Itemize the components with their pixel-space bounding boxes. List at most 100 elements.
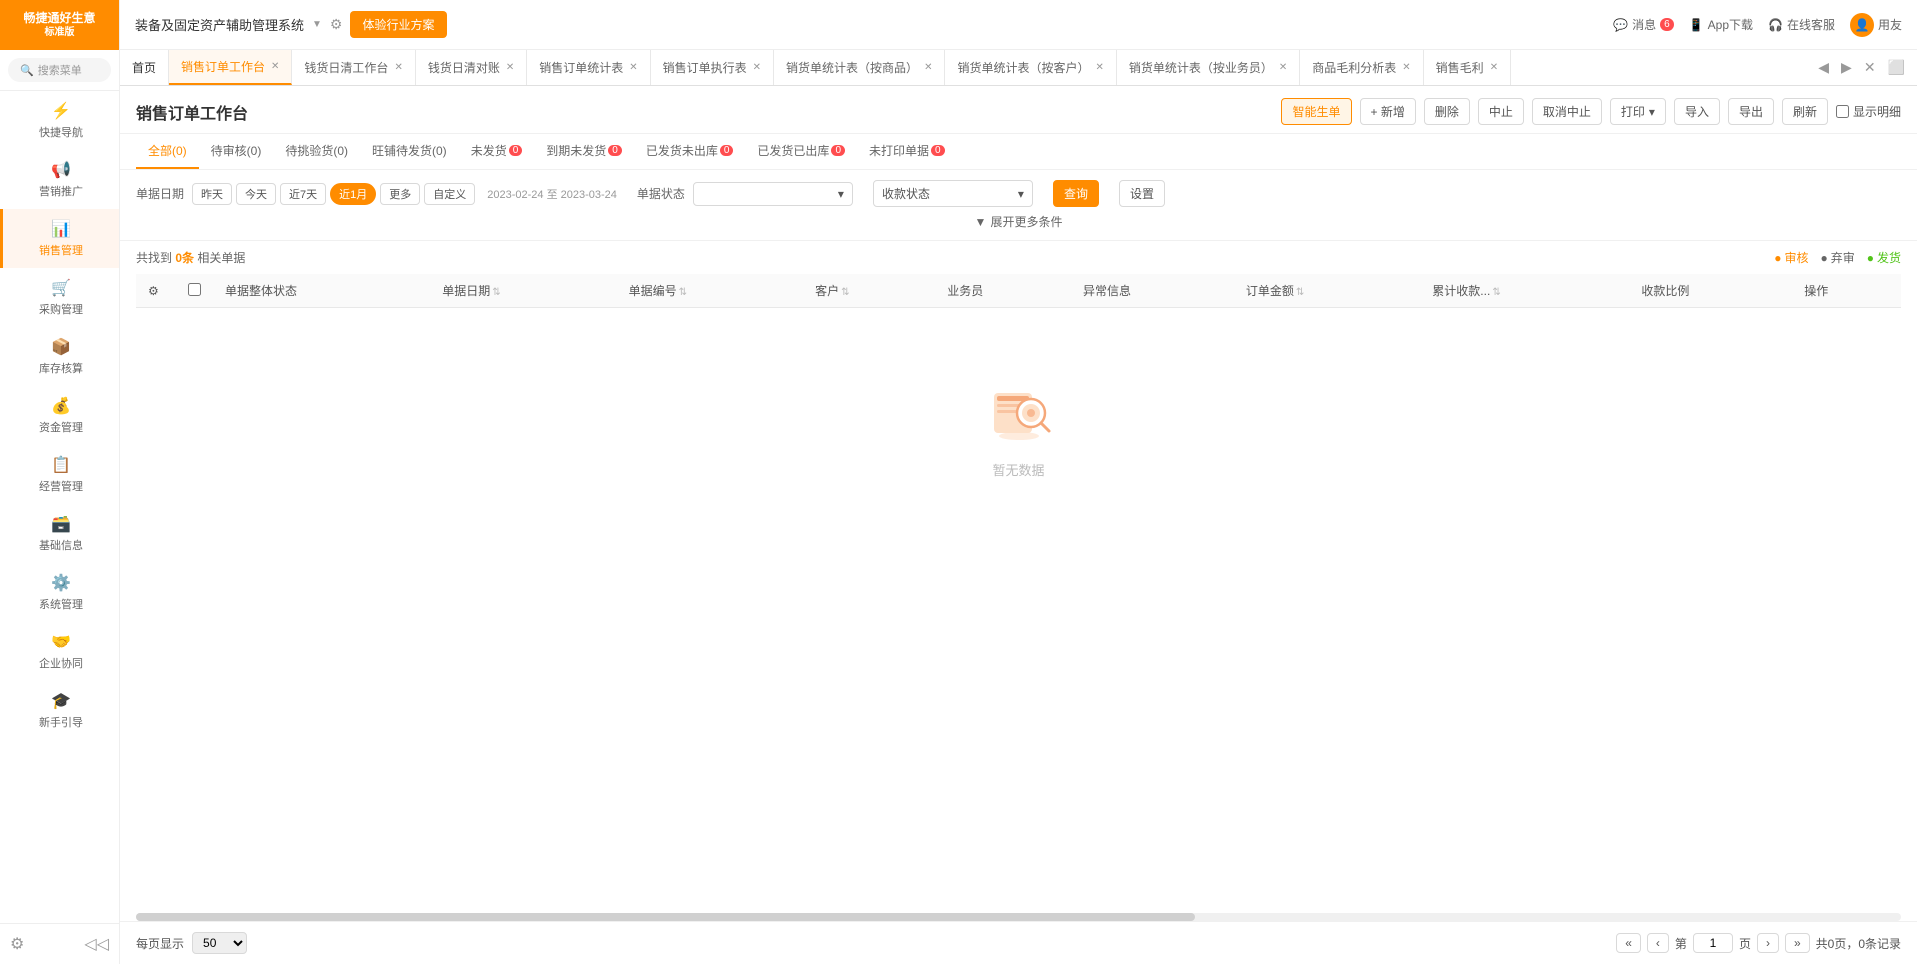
experience-btn[interactable]: 体验行业方案 — [350, 11, 446, 38]
tab-sales_stat_product[interactable]: 销货单统计表（按商品）✕ — [774, 50, 945, 85]
tab-prev-icon[interactable]: ◀ — [1814, 57, 1833, 78]
date-btn-自定义[interactable]: 自定义 — [424, 183, 475, 205]
refresh-btn[interactable]: 刷新 — [1782, 98, 1828, 125]
th-received[interactable]: 累计收款...⇅ — [1420, 274, 1629, 308]
sub-tab-pending_inspection[interactable]: 待挑验货(0) — [273, 134, 360, 169]
date-filter: 单据日期 昨天今天近7天近1月更多自定义 2023-02-24 至 2023-0… — [136, 183, 617, 205]
tab-close-sales_stat_customer-icon[interactable]: ✕ — [1095, 62, 1103, 73]
tab-sales_exec[interactable]: 销售订单执行表✕ — [651, 50, 774, 85]
export-btn[interactable]: 导出 — [1728, 98, 1774, 125]
delete-btn[interactable]: 删除 — [1424, 98, 1470, 125]
select-all-checkbox[interactable] — [188, 283, 201, 296]
th-customer[interactable]: 客户⇅ — [803, 274, 935, 308]
sub-tab-label: 未打印单据 — [869, 142, 929, 159]
date-btn-近7天[interactable]: 近7天 — [280, 183, 326, 205]
tab-close-sales_workbench-icon[interactable]: ✕ — [271, 61, 279, 72]
status-select[interactable]: ▾ — [693, 182, 853, 206]
print-btn[interactable]: 打印 ▾ — [1610, 98, 1666, 125]
sidebar-search-container[interactable]: 🔍 搜索菜单 — [0, 50, 119, 91]
tab-close-sales_exec-icon[interactable]: ✕ — [753, 62, 761, 73]
tab-close-sales_more-icon[interactable]: ✕ — [1490, 62, 1498, 73]
smart-create-btn[interactable]: 智能生单 — [1281, 98, 1351, 125]
add-btn[interactable]: + 新增 — [1360, 98, 1416, 125]
prev-page-btn[interactable]: ‹ — [1647, 933, 1669, 953]
sub-tab-not_printed[interactable]: 未打印单据0 — [857, 134, 957, 169]
batch-approve-btn[interactable]: ● 审核 — [1774, 249, 1808, 266]
sidebar-item-purchase[interactable]: 🛒采购管理 — [0, 268, 119, 327]
expand-filter-btn[interactable]: ▼ 展开更多条件 — [136, 213, 1901, 230]
import-btn[interactable]: 导入 — [1674, 98, 1720, 125]
sidebar-item-finance[interactable]: 💰资金管理 — [0, 386, 119, 445]
payment-select[interactable]: 收款状态 ▾ — [873, 180, 1033, 207]
sub-tab-all[interactable]: 全部(0) — [136, 134, 199, 169]
sub-tab-shipped_not_out[interactable]: 已发货未出库0 — [634, 134, 746, 169]
show-detail-checkbox[interactable]: 显示明细 — [1836, 103, 1901, 120]
tab-close-sales_stat_staff-icon[interactable]: ✕ — [1279, 62, 1287, 73]
page-size-select[interactable]: 50 100 200 — [192, 932, 247, 954]
tab-close-icon[interactable]: ✕ — [1860, 57, 1880, 78]
th-amount[interactable]: 订单金额⇅ — [1234, 274, 1420, 308]
th-date[interactable]: 单据日期⇅ — [430, 274, 616, 308]
first-page-btn[interactable]: « — [1616, 933, 1641, 953]
sidebar-item-basic[interactable]: 🗃️基础信息 — [0, 504, 119, 563]
tab-maximize-icon[interactable]: ⬜ — [1884, 57, 1909, 78]
th-ratio: 收款比例 — [1629, 274, 1792, 308]
stop-btn[interactable]: 中止 — [1478, 98, 1524, 125]
tab-cash_reconcile[interactable]: 钱货日清对账✕ — [416, 50, 527, 85]
batch-ship-btn[interactable]: ● 发货 — [1867, 249, 1901, 266]
scroll-thumb[interactable] — [136, 913, 1195, 921]
app-download-btn[interactable]: 📱 App下载 — [1689, 16, 1753, 33]
date-btn-昨天[interactable]: 昨天 — [192, 183, 232, 205]
sub-tab-wangpu_ship[interactable]: 旺铺待发货(0) — [360, 134, 459, 169]
date-btn-更多[interactable]: 更多 — [380, 183, 420, 205]
cancel-stop-btn[interactable]: 取消中止 — [1532, 98, 1602, 125]
batch-revoke-btn[interactable]: ● 弃审 — [1820, 249, 1854, 266]
user-menu[interactable]: 👤 用友 — [1850, 13, 1902, 37]
tab-close-gross_profit-icon[interactable]: ✕ — [1402, 62, 1410, 73]
sidebar-item-operations[interactable]: 📋经营管理 — [0, 445, 119, 504]
tab-sales_more[interactable]: 销售毛利✕ — [1424, 50, 1511, 85]
sidebar-item-inventory[interactable]: 📦库存核算 — [0, 327, 119, 386]
sidebar-item-guide[interactable]: 🎓新手引导 — [0, 681, 119, 740]
collapse-icon[interactable]: ◁◁ — [84, 934, 109, 954]
tab-close-sales_stat-icon[interactable]: ✕ — [629, 62, 637, 73]
tab-next-icon[interactable]: ▶ — [1837, 57, 1856, 78]
sub-tab-not_shipped[interactable]: 未发货0 — [459, 134, 535, 169]
dropdown-arrow-icon[interactable]: ▼ — [312, 19, 322, 30]
tab-sales_stat_staff[interactable]: 销货单统计表（按业务员）✕ — [1117, 50, 1300, 85]
show-detail-input[interactable] — [1836, 105, 1849, 118]
page-input[interactable] — [1693, 933, 1733, 953]
search-trigger[interactable]: 🔍 搜索菜单 — [8, 58, 111, 82]
next-page-btn[interactable]: › — [1757, 933, 1779, 953]
date-btn-近1月[interactable]: 近1月 — [330, 183, 376, 205]
tab-gross_profit[interactable]: 商品毛利分析表✕ — [1300, 50, 1423, 85]
sidebar-item-sales[interactable]: 📊销售管理 — [0, 209, 119, 268]
sidebar-item-quick[interactable]: ⚡快捷导航 — [0, 91, 119, 150]
th-settings[interactable]: ⚙ — [136, 274, 176, 308]
sidebar-item-marketing[interactable]: 📢营销推广 — [0, 150, 119, 209]
tab-close-cash_daily-icon[interactable]: ✕ — [394, 62, 402, 73]
horizontal-scrollbar[interactable] — [136, 913, 1901, 921]
topbar-gear-icon[interactable]: ⚙ — [330, 16, 343, 33]
tab-home[interactable]: 首页 — [120, 50, 169, 85]
message-btn[interactable]: 💬 消息 6 — [1613, 16, 1674, 33]
settings-icon[interactable]: ⚙ — [10, 934, 24, 954]
online-service-btn[interactable]: 🎧 在线客服 — [1768, 16, 1835, 33]
sub-tab-overdue_ship[interactable]: 到期未发货0 — [534, 134, 634, 169]
sidebar-item-system[interactable]: ⚙️系统管理 — [0, 563, 119, 622]
filter-setting-btn[interactable]: 设置 — [1119, 180, 1165, 207]
th-checkbox[interactable] — [176, 274, 213, 308]
tab-close-cash_reconcile-icon[interactable]: ✕ — [506, 62, 514, 73]
tab-sales_workbench[interactable]: 销售订单工作台✕ — [169, 50, 292, 85]
sub-tab-shipped_out[interactable]: 已发货已出库0 — [745, 134, 857, 169]
sidebar-item-enterprise[interactable]: 🤝企业协同 — [0, 622, 119, 681]
tab-close-sales_stat_product-icon[interactable]: ✕ — [924, 62, 932, 73]
tab-sales_stat[interactable]: 销售订单统计表✕ — [527, 50, 650, 85]
th-number[interactable]: 单据编号⇅ — [617, 274, 803, 308]
last-page-btn[interactable]: » — [1785, 933, 1810, 953]
query-btn[interactable]: 查询 — [1053, 180, 1099, 207]
date-btn-今天[interactable]: 今天 — [236, 183, 276, 205]
sub-tab-pending_review[interactable]: 待审核(0) — [199, 134, 274, 169]
tab-cash_daily[interactable]: 钱货日清工作台✕ — [292, 50, 415, 85]
tab-sales_stat_customer[interactable]: 销货单统计表（按客户）✕ — [945, 50, 1116, 85]
